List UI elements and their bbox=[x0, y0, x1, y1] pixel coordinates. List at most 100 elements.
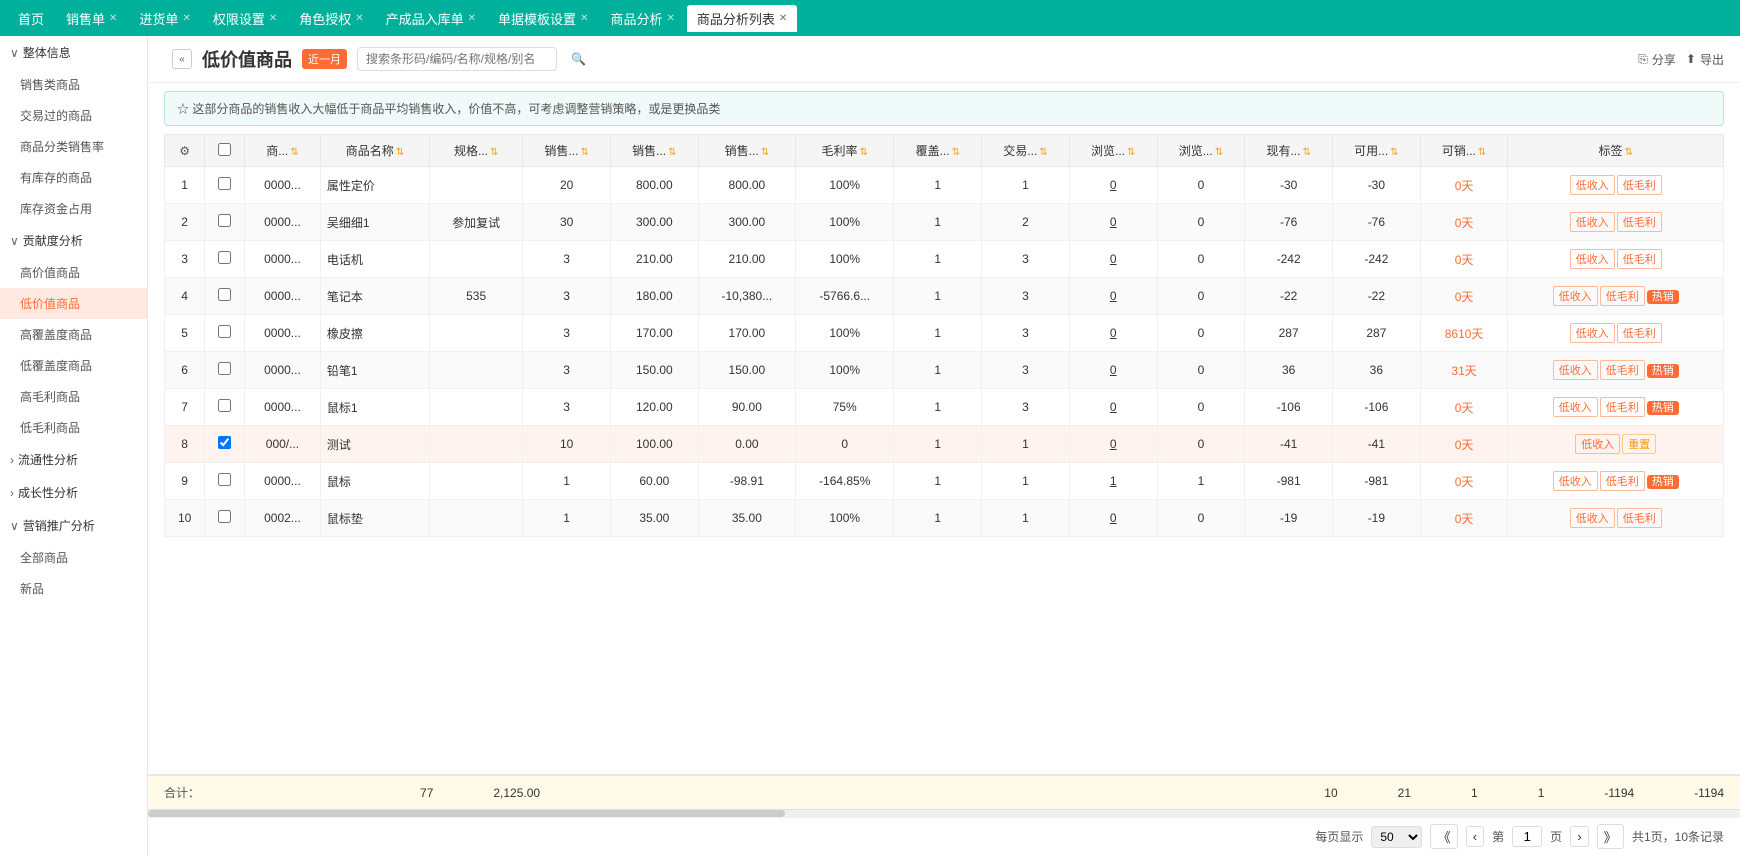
th-checkbox[interactable] bbox=[205, 135, 245, 167]
nav-purchase[interactable]: 进货单 ✕ bbox=[129, 5, 200, 32]
sidebar-item-all-products[interactable]: 全部商品 bbox=[0, 542, 147, 573]
sidebar-group-growth[interactable]: › 成长性分析 bbox=[0, 476, 147, 509]
sidebar-group-contribution[interactable]: ∨ 贡献度分析 bbox=[0, 224, 147, 257]
nav-close-product-stock[interactable]: ✕ bbox=[468, 13, 476, 24]
th-coverage[interactable]: 覆盖...⇅ bbox=[894, 135, 982, 167]
sidebar-item-new-products[interactable]: 新品 bbox=[0, 573, 147, 604]
sidebar-group-circulation[interactable]: › 流通性分析 bbox=[0, 443, 147, 476]
th-available[interactable]: 可用...⇅ bbox=[1333, 135, 1421, 167]
row-view1-4[interactable]: 0 bbox=[1069, 315, 1157, 352]
row-checkbox-4[interactable] bbox=[205, 315, 245, 352]
sidebar-item-stock-products[interactable]: 有库存的商品 bbox=[0, 162, 147, 193]
nav-product-analysis[interactable]: 商品分析 ✕ bbox=[600, 5, 684, 32]
sidebar-group-marketing[interactable]: ∨ 营销推广分析 bbox=[0, 509, 147, 542]
search-icon[interactable]: 🔍 bbox=[571, 52, 586, 66]
horizontal-scrollbar[interactable] bbox=[148, 809, 1740, 817]
page-size-select[interactable]: 50 100 200 bbox=[1371, 826, 1422, 848]
export-button[interactable]: ⬆ 导出 bbox=[1686, 51, 1724, 68]
row-checkbox-1[interactable] bbox=[205, 204, 245, 241]
th-spec[interactable]: 规格...⇅ bbox=[430, 135, 523, 167]
sidebar-item-traded-products[interactable]: 交易过的商品 bbox=[0, 100, 147, 131]
tag-label: 低收入 bbox=[1570, 323, 1615, 343]
row-view1-3[interactable]: 0 bbox=[1069, 278, 1157, 315]
info-banner: ☆ 这部分商品的销售收入大幅低于商品平均销售收入，价值不高，可考虑调整营销策略，… bbox=[164, 91, 1724, 126]
nav-sales[interactable]: 销售单 ✕ bbox=[56, 5, 127, 32]
sidebar-item-high-value[interactable]: 高价值商品 bbox=[0, 257, 147, 288]
sidebar-item-sales-products[interactable]: 销售类商品 bbox=[0, 69, 147, 100]
share-button[interactable]: ⎘ 分享 bbox=[1638, 51, 1676, 68]
th-tags[interactable]: 标签⇅ bbox=[1508, 135, 1724, 167]
sidebar-item-low-value[interactable]: 低价值商品 bbox=[0, 288, 147, 319]
page-input[interactable] bbox=[1512, 826, 1542, 847]
first-page-button[interactable]: 《 bbox=[1430, 824, 1457, 849]
row-spec-6 bbox=[430, 389, 523, 426]
next-page-button[interactable]: › bbox=[1570, 826, 1588, 847]
row-view1-2[interactable]: 0 bbox=[1069, 241, 1157, 278]
settings-icon[interactable]: ⚙ bbox=[179, 144, 190, 158]
nav-close-analysis[interactable]: ✕ bbox=[666, 13, 674, 24]
row-gross-margin-8: -164.85% bbox=[796, 463, 894, 500]
select-all-checkbox[interactable] bbox=[218, 143, 231, 156]
nav-close-role[interactable]: ✕ bbox=[355, 13, 363, 24]
row-checkbox-9[interactable] bbox=[205, 500, 245, 537]
row-current-stock-1: -76 bbox=[1245, 204, 1333, 241]
sidebar-item-high-coverage[interactable]: 高覆盖度商品 bbox=[0, 319, 147, 350]
nav-role[interactable]: 角色授权 ✕ bbox=[289, 5, 373, 32]
th-code[interactable]: 商...⇅ bbox=[244, 135, 320, 167]
row-checkbox-8[interactable] bbox=[205, 463, 245, 500]
th-sellable[interactable]: 可销...⇅ bbox=[1420, 135, 1508, 167]
nav-permission[interactable]: 权限设置 ✕ bbox=[203, 5, 287, 32]
row-checkbox-3[interactable] bbox=[205, 278, 245, 315]
scrollbar-thumb[interactable] bbox=[148, 810, 785, 817]
th-view1[interactable]: 浏览...⇅ bbox=[1069, 135, 1157, 167]
row-checkbox-6[interactable] bbox=[205, 389, 245, 426]
th-gross-margin[interactable]: 毛利率⇅ bbox=[796, 135, 894, 167]
sidebar-item-high-margin[interactable]: 高毛利商品 bbox=[0, 381, 147, 412]
row-gross-margin-6: 75% bbox=[796, 389, 894, 426]
nav-product-analysis-list[interactable]: 商品分析列表 ✕ bbox=[687, 5, 797, 32]
last-page-button[interactable]: 》 bbox=[1597, 824, 1624, 849]
row-checkbox-7[interactable] bbox=[205, 426, 245, 463]
nav-product-stock[interactable]: 产成品入库单 ✕ bbox=[376, 5, 486, 32]
date-badge[interactable]: 近一月 bbox=[302, 49, 347, 69]
row-checkbox-2[interactable] bbox=[205, 241, 245, 278]
sidebar-item-stock-capital[interactable]: 库存资金占用 bbox=[0, 193, 147, 224]
sidebar-group-overall[interactable]: ∨ 整体信息 bbox=[0, 36, 147, 69]
row-num-4: 5 bbox=[165, 315, 205, 352]
nav-close-analysis-list[interactable]: ✕ bbox=[779, 13, 787, 24]
nav-close-purchase[interactable]: ✕ bbox=[182, 13, 190, 24]
row-view1-6[interactable]: 0 bbox=[1069, 389, 1157, 426]
sidebar-item-category-sales-rate[interactable]: 商品分类销售率 bbox=[0, 131, 147, 162]
th-transaction[interactable]: 交易...⇅ bbox=[982, 135, 1070, 167]
sidebar-item-low-coverage[interactable]: 低覆盖度商品 bbox=[0, 350, 147, 381]
th-sale-amount[interactable]: 销售...⇅ bbox=[698, 135, 795, 167]
nav-template[interactable]: 单据模板设置 ✕ bbox=[488, 5, 598, 32]
row-view1-0[interactable]: 0 bbox=[1069, 167, 1157, 204]
nav-close-template[interactable]: ✕ bbox=[580, 13, 588, 24]
nav-close-permission[interactable]: ✕ bbox=[269, 13, 277, 24]
th-sale-price[interactable]: 销售...⇅ bbox=[610, 135, 698, 167]
sidebar-collapse-button[interactable]: « bbox=[172, 49, 192, 69]
nav-close-sales[interactable]: ✕ bbox=[109, 13, 117, 24]
row-sale-qty-1: 30 bbox=[523, 204, 611, 241]
sidebar-item-low-margin[interactable]: 低毛利商品 bbox=[0, 412, 147, 443]
tag-label: 低收入 bbox=[1553, 471, 1598, 491]
prev-page-button[interactable]: ‹ bbox=[1466, 826, 1484, 847]
row-view1-7[interactable]: 0 bbox=[1069, 426, 1157, 463]
th-view2[interactable]: 浏览...⇅ bbox=[1157, 135, 1245, 167]
row-view1-1[interactable]: 0 bbox=[1069, 204, 1157, 241]
row-current-stock-8: -981 bbox=[1245, 463, 1333, 500]
th-current-stock[interactable]: 现有...⇅ bbox=[1245, 135, 1333, 167]
row-checkbox-0[interactable] bbox=[205, 167, 245, 204]
nav-home[interactable]: 首页 bbox=[8, 5, 54, 32]
th-sale-qty[interactable]: 销售...⇅ bbox=[523, 135, 611, 167]
th-settings[interactable]: ⚙ bbox=[165, 135, 205, 167]
th-name[interactable]: 商品名称⇅ bbox=[320, 135, 429, 167]
search-input[interactable] bbox=[357, 47, 557, 71]
row-view1-8[interactable]: 1 bbox=[1069, 463, 1157, 500]
row-name-0: 属性定价 bbox=[320, 167, 429, 204]
row-checkbox-5[interactable] bbox=[205, 352, 245, 389]
row-view1-5[interactable]: 0 bbox=[1069, 352, 1157, 389]
row-view1-9[interactable]: 0 bbox=[1069, 500, 1157, 537]
table-container[interactable]: ⚙ 商...⇅ 商品名称⇅ 规格...⇅ 销售...⇅ 销售...⇅ 销售...… bbox=[148, 134, 1740, 774]
